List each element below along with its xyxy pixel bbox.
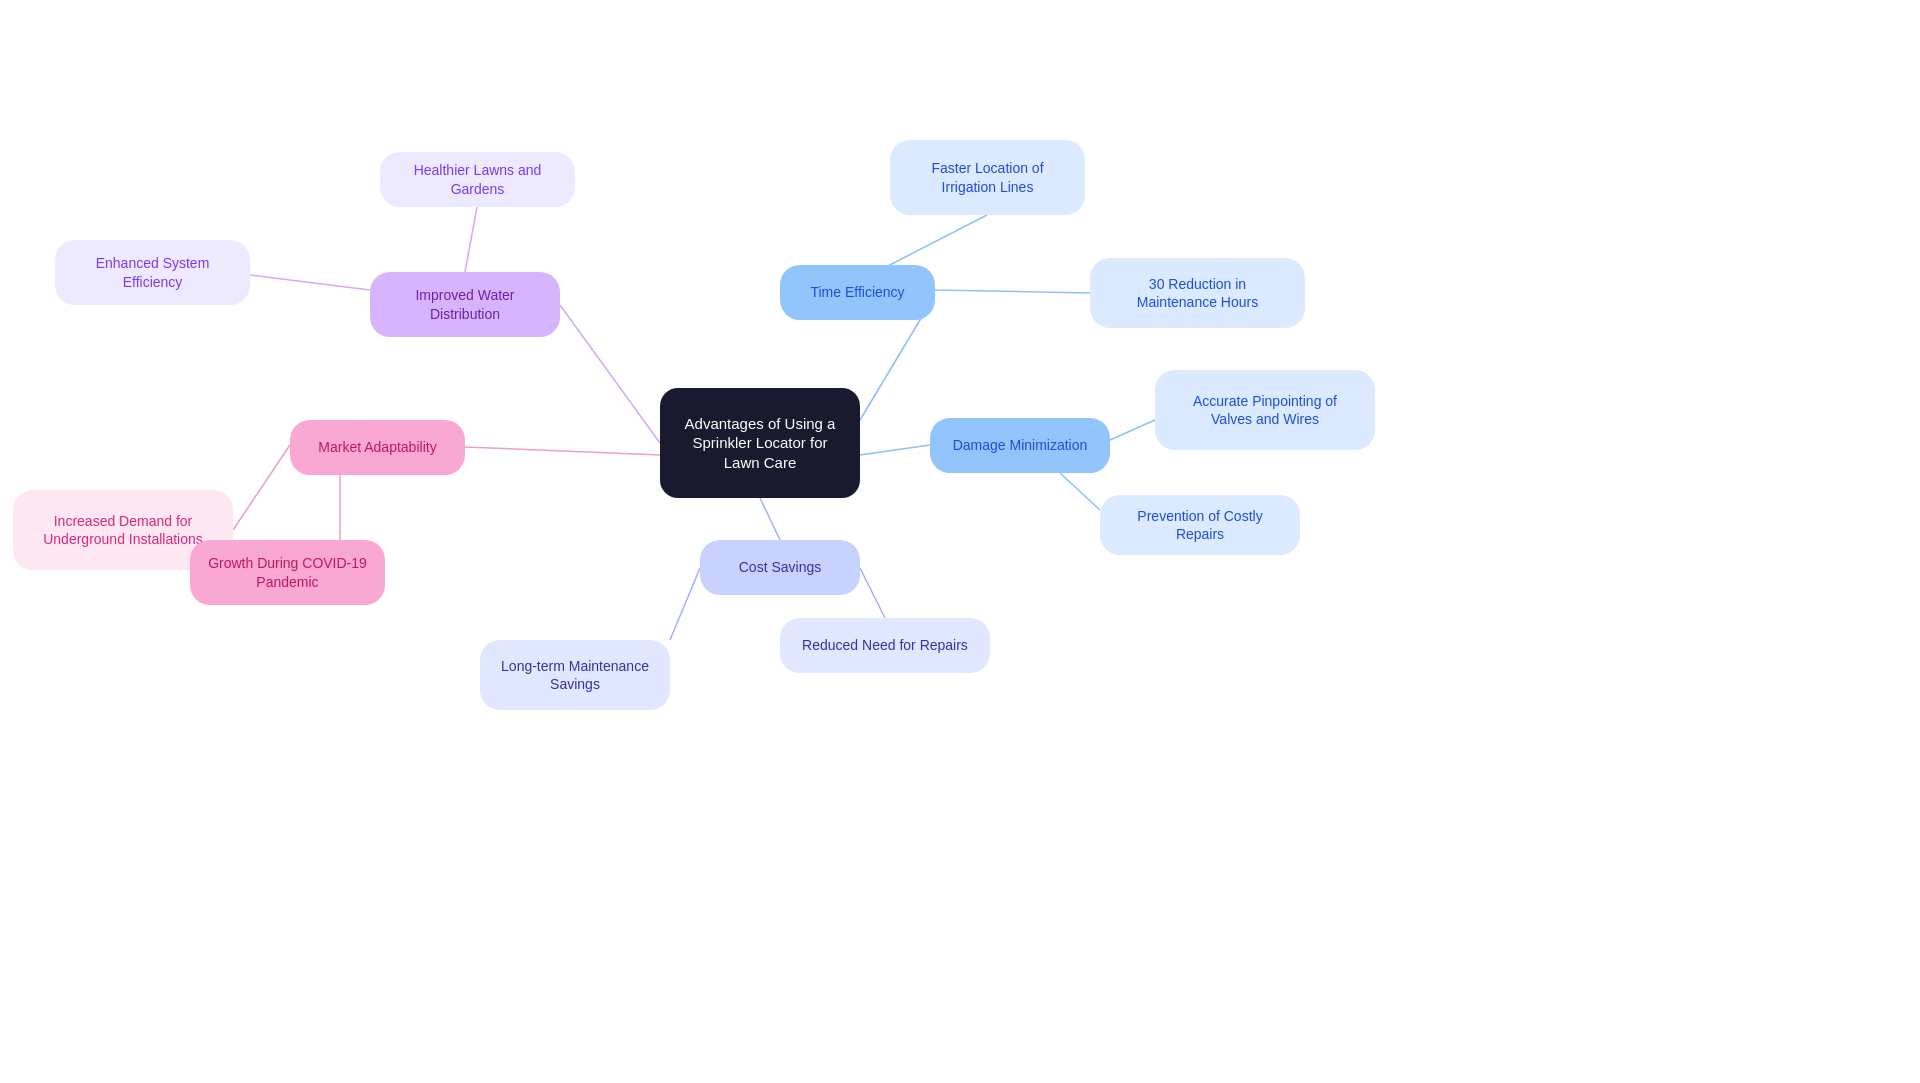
node-time: Time Efficiency	[780, 265, 935, 320]
svg-line-10	[1110, 420, 1155, 440]
node-cost: Cost Savings	[700, 540, 860, 595]
node-efficiency: Enhanced System Efficiency	[55, 240, 250, 305]
damage-label: Damage Minimization	[953, 436, 1088, 454]
svg-line-7	[880, 215, 987, 270]
svg-line-14	[860, 568, 885, 618]
node-market: Market Adaptability	[290, 420, 465, 475]
node-reduction: 30 Reduction in Maintenance Hours	[1090, 258, 1305, 328]
svg-line-13	[670, 568, 700, 640]
longterm-label: Long-term Maintenance Savings	[498, 657, 652, 693]
faster-label: Faster Location of Irrigation Lines	[908, 159, 1067, 195]
prevention-label: Prevention of Costly Repairs	[1118, 507, 1282, 543]
center-label: Advantages of Using a Sprinkler Locator …	[678, 414, 842, 473]
water-label: Improved Water Distribution	[388, 286, 542, 322]
node-faster: Faster Location of Irrigation Lines	[890, 140, 1085, 215]
node-accurate: Accurate Pinpointing of Valves and Wires	[1155, 370, 1375, 450]
demand-label: Increased Demand for Underground Install…	[31, 512, 215, 548]
node-prevention: Prevention of Costly Repairs	[1100, 495, 1300, 555]
lawns-label: Healthier Lawns and Gardens	[398, 161, 557, 197]
node-longterm: Long-term Maintenance Savings	[480, 640, 670, 710]
node-covid: Growth During COVID-19 Pandemic	[190, 540, 385, 605]
center-node: Advantages of Using a Sprinkler Locator …	[660, 388, 860, 498]
market-label: Market Adaptability	[318, 438, 436, 456]
reduction-label: 30 Reduction in Maintenance Hours	[1108, 275, 1287, 311]
efficiency-label: Enhanced System Efficiency	[73, 254, 232, 290]
cost-label: Cost Savings	[739, 558, 821, 576]
time-label: Time Efficiency	[810, 283, 904, 301]
node-lawns: Healthier Lawns and Gardens	[380, 152, 575, 207]
svg-line-9	[860, 445, 930, 455]
svg-line-4	[233, 445, 290, 530]
svg-line-1	[465, 207, 477, 272]
svg-line-3	[465, 447, 660, 455]
accurate-label: Accurate Pinpointing of Valves and Wires	[1173, 392, 1357, 428]
node-water: Improved Water Distribution	[370, 272, 560, 337]
svg-line-12	[760, 498, 780, 540]
svg-line-0	[560, 305, 660, 443]
svg-line-11	[1060, 473, 1100, 510]
covid-label: Growth During COVID-19 Pandemic	[208, 554, 367, 590]
svg-line-8	[935, 290, 1090, 293]
reduced-label: Reduced Need for Repairs	[802, 636, 968, 654]
node-reduced: Reduced Need for Repairs	[780, 618, 990, 673]
node-damage: Damage Minimization	[930, 418, 1110, 473]
svg-line-2	[250, 275, 370, 290]
mind-map: Advantages of Using a Sprinkler Locator …	[0, 0, 1920, 1083]
